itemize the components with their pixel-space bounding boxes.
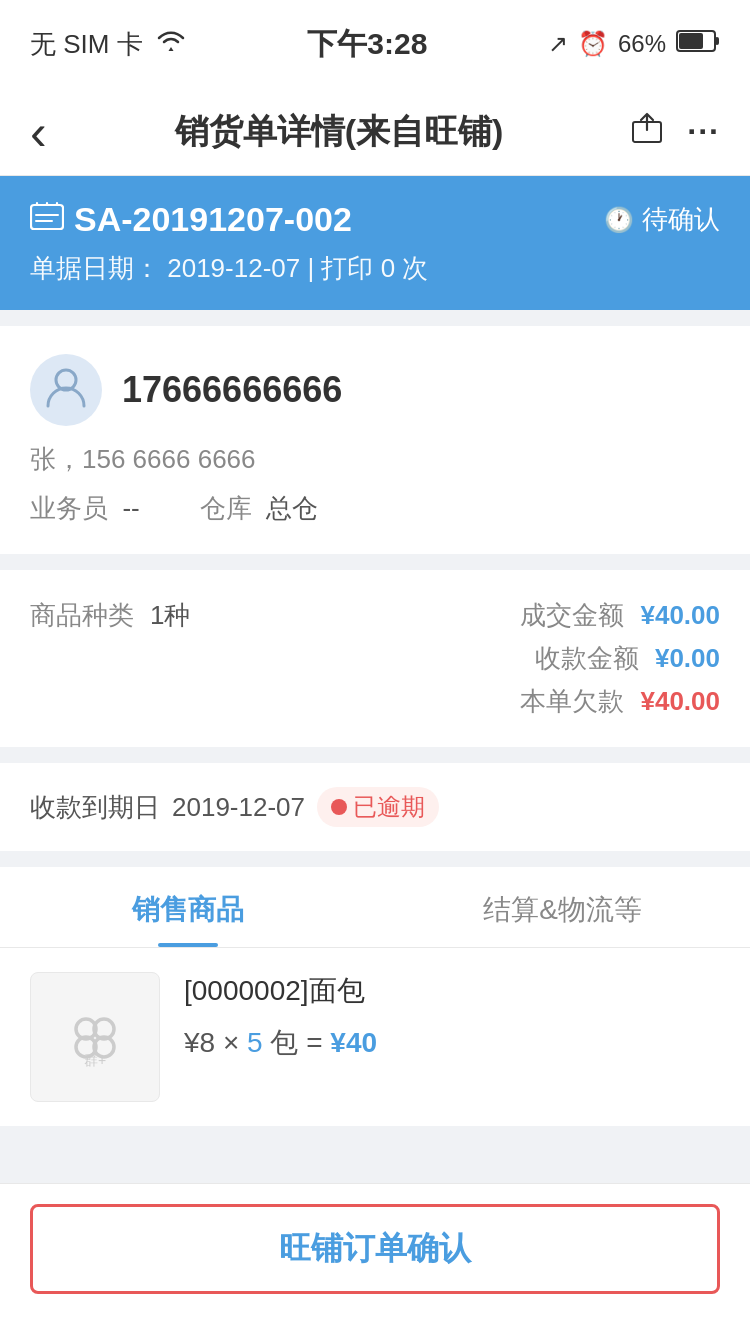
svg-text:群+: 群+ bbox=[84, 1052, 106, 1067]
confirm-order-button[interactable]: 旺铺订单确认 bbox=[30, 1204, 720, 1294]
order-status: 🕐 待确认 bbox=[604, 202, 720, 237]
product-info: [0000002]面包 ¥8 × 5 包 = ¥40 bbox=[184, 972, 720, 1062]
warehouse-label: 仓库 总仓 bbox=[200, 491, 318, 526]
unit: 包 bbox=[270, 1027, 298, 1058]
received-value: ¥0.00 bbox=[655, 643, 720, 674]
quantity: 5 bbox=[247, 1027, 263, 1058]
product-price: ¥8 × 5 包 = ¥40 bbox=[184, 1024, 720, 1062]
owed-label: 本单欠款 bbox=[520, 684, 624, 719]
more-icon[interactable]: ··· bbox=[687, 113, 720, 150]
status-right: ↗ ⏰ 66% bbox=[548, 30, 720, 58]
product-logo-icon: 群+ bbox=[60, 1007, 130, 1067]
product-name: [0000002]面包 bbox=[184, 972, 720, 1010]
product-thumbnail: 群+ bbox=[30, 972, 160, 1102]
product-section: 群+ [0000002]面包 ¥8 × 5 包 = ¥40 bbox=[0, 948, 750, 1126]
customer-card: 17666666666 张，156 6666 6666 业务员 -- 仓库 总仓 bbox=[0, 326, 750, 554]
owed-value: ¥40.00 bbox=[640, 686, 720, 717]
summary-right: 成交金额 ¥40.00 收款金额 ¥0.00 本单欠款 ¥40.00 bbox=[520, 598, 720, 719]
order-header: SA-20191207-002 🕐 待确认 单据日期： 2019-12-07 |… bbox=[0, 176, 750, 310]
received-row: 收款金额 ¥0.00 bbox=[535, 641, 720, 676]
price-unit: ¥8 bbox=[184, 1027, 215, 1058]
order-id-row: SA-20191207-002 🕐 待确认 bbox=[30, 200, 720, 239]
section-divider bbox=[0, 851, 750, 867]
overdue-badge: 已逾期 bbox=[317, 787, 439, 827]
svg-rect-1 bbox=[715, 37, 719, 45]
battery-text: 66% bbox=[618, 30, 666, 58]
avatar-icon bbox=[44, 364, 88, 417]
confirm-button-label: 旺铺订单确认 bbox=[279, 1227, 471, 1271]
svg-rect-2 bbox=[679, 33, 703, 49]
bottom-button-area: 旺铺订单确认 bbox=[0, 1183, 750, 1334]
type-label: 商品种类 bbox=[30, 598, 134, 633]
back-button[interactable]: ‹ bbox=[30, 103, 47, 161]
wifi-icon bbox=[155, 29, 187, 60]
status-time: 下午3:28 bbox=[307, 24, 427, 65]
due-section: 收款到期日 2019-12-07 已逾期 bbox=[0, 763, 750, 851]
svg-rect-4 bbox=[31, 205, 63, 229]
due-label: 收款到期日 bbox=[30, 790, 160, 825]
overdue-text: 已逾期 bbox=[353, 791, 425, 823]
location-icon: ↗ bbox=[548, 30, 568, 58]
total-price: ¥40 bbox=[330, 1027, 377, 1058]
tabs: 销售商品 结算&物流等 bbox=[0, 867, 750, 948]
received-label: 收款金额 bbox=[535, 641, 639, 676]
sales-label: 业务员 -- bbox=[30, 491, 140, 526]
alarm-icon: ⏰ bbox=[578, 30, 608, 58]
nav-actions: ··· bbox=[631, 112, 720, 151]
customer-name: 张，156 6666 6666 bbox=[30, 442, 720, 477]
overdue-dot-icon bbox=[331, 799, 347, 815]
type-value: 1种 bbox=[150, 598, 190, 633]
customer-phone: 17666666666 bbox=[122, 369, 342, 411]
tab-settlement-logistics[interactable]: 结算&物流等 bbox=[375, 867, 750, 947]
share-icon[interactable] bbox=[631, 112, 663, 151]
owed-row: 本单欠款 ¥40.00 bbox=[520, 684, 720, 719]
summary-section: 商品种类 1种 成交金额 ¥40.00 收款金额 ¥0.00 本单欠款 ¥40.… bbox=[0, 570, 750, 747]
equals-symbol: = bbox=[306, 1027, 330, 1058]
nav-bar: ‹ 销货单详情(来自旺铺) ··· bbox=[0, 88, 750, 176]
order-id-text: SA-20191207-002 bbox=[74, 200, 352, 239]
summary-left: 商品种类 1种 bbox=[30, 598, 190, 633]
status-clock-icon: 🕐 bbox=[604, 206, 634, 234]
sim-text: 无 SIM 卡 bbox=[30, 27, 143, 62]
customer-row: 17666666666 bbox=[30, 354, 720, 426]
status-left: 无 SIM 卡 bbox=[30, 27, 187, 62]
battery-icon bbox=[676, 30, 720, 58]
amount-value: ¥40.00 bbox=[640, 600, 720, 631]
amount-label: 成交金额 bbox=[520, 598, 624, 633]
order-icon bbox=[30, 201, 64, 238]
avatar bbox=[30, 354, 102, 426]
status-text: 待确认 bbox=[642, 202, 720, 237]
order-id: SA-20191207-002 bbox=[30, 200, 352, 239]
multiply-symbol: × bbox=[223, 1027, 247, 1058]
status-bar: 无 SIM 卡 下午3:28 ↗ ⏰ 66% bbox=[0, 0, 750, 88]
amount-row: 成交金额 ¥40.00 bbox=[520, 598, 720, 633]
tab-sales-products[interactable]: 销售商品 bbox=[0, 867, 375, 947]
order-date: 单据日期： 2019-12-07 | 打印 0 次 bbox=[30, 251, 720, 286]
due-date: 2019-12-07 bbox=[172, 792, 305, 823]
customer-meta: 业务员 -- 仓库 总仓 bbox=[30, 491, 720, 526]
page-title: 销货单详情(来自旺铺) bbox=[175, 109, 504, 155]
